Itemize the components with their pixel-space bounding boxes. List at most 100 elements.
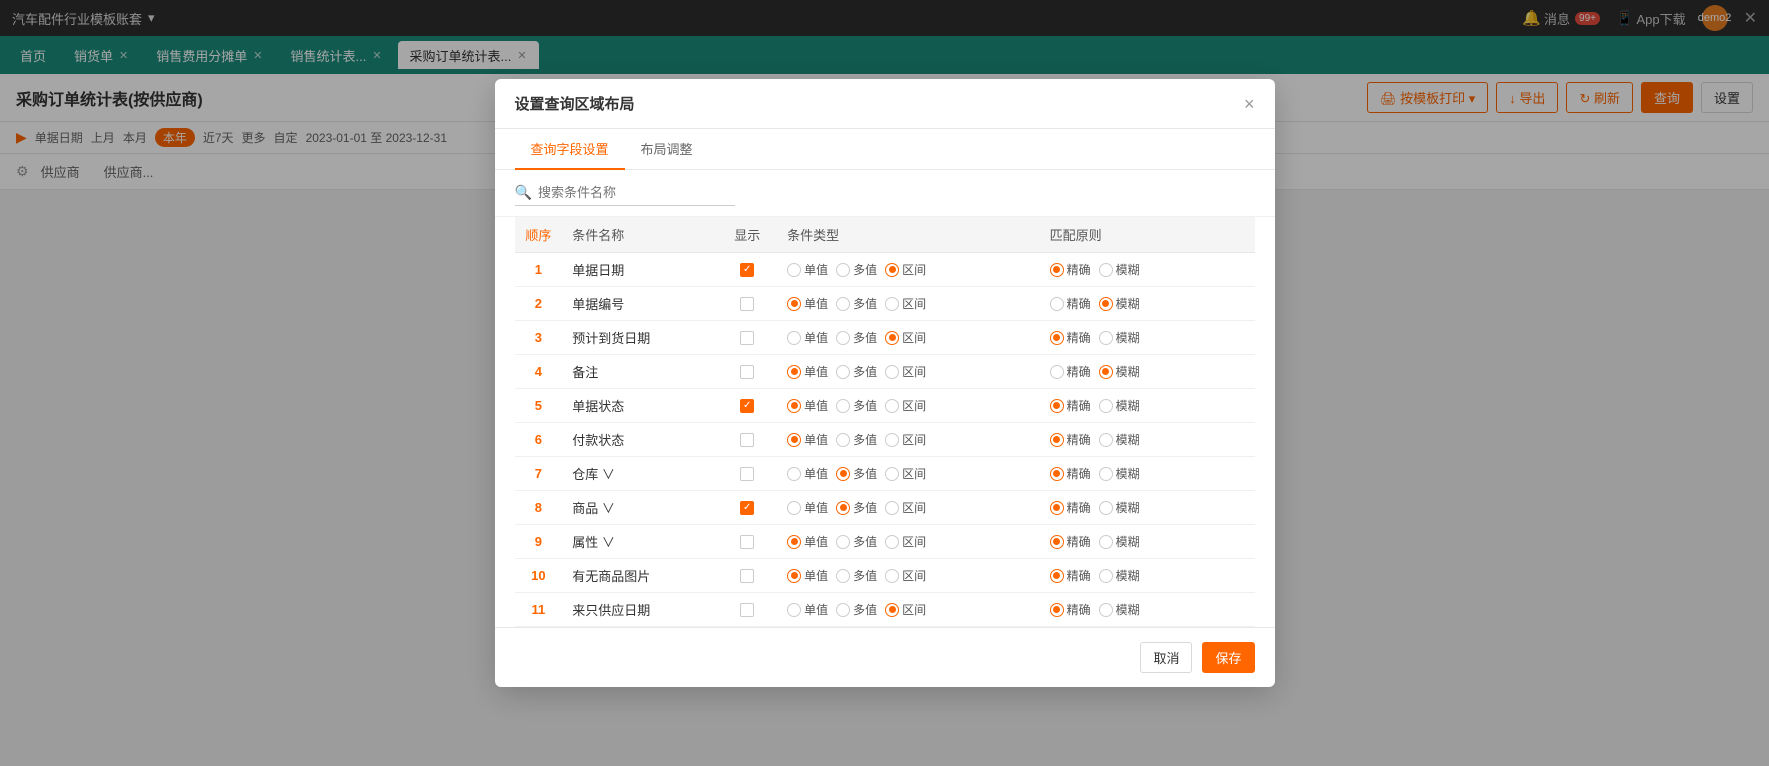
type-radio-单值[interactable]: 单值 — [787, 261, 828, 278]
cell-type: 单值多值区间 — [777, 253, 1040, 287]
cell-name: 来只供应日期 — [562, 593, 717, 627]
table-row: 6付款状态单值多值区间精确模糊 — [515, 423, 1255, 457]
cell-name: 有无商品图片 — [562, 559, 717, 593]
match-radio-精确[interactable]: 精确 — [1050, 567, 1091, 584]
type-radio-单值[interactable]: 单值 — [787, 601, 828, 618]
table-row: 5单据状态✓单值多值区间精确模糊 — [515, 389, 1255, 423]
dialog-title: 设置查询区域布局 — [515, 93, 635, 114]
table-row: 1单据日期✓单值多值区间精确模糊 — [515, 253, 1255, 287]
search-input[interactable] — [538, 185, 718, 200]
type-radio-单值[interactable]: 单值 — [787, 397, 828, 414]
match-radio-精确[interactable]: 精确 — [1050, 465, 1091, 482]
cell-name: 单据状态 — [562, 389, 717, 423]
show-checkbox[interactable] — [740, 603, 754, 617]
match-radio-模糊[interactable]: 模糊 — [1099, 363, 1140, 380]
type-radio-区间[interactable]: 区间 — [885, 499, 926, 516]
type-radio-区间[interactable]: 区间 — [885, 601, 926, 618]
type-radio-多值[interactable]: 多值 — [836, 601, 877, 618]
type-radio-区间[interactable]: 区间 — [885, 261, 926, 278]
cell-name: 仓库 ∨ — [562, 457, 717, 491]
type-radio-单值[interactable]: 单值 — [787, 567, 828, 584]
match-radio-模糊[interactable]: 模糊 — [1099, 499, 1140, 516]
show-checkbox[interactable]: ✓ — [740, 263, 754, 277]
type-radio-多值[interactable]: 多值 — [836, 465, 877, 482]
type-radio-多值[interactable]: 多值 — [836, 431, 877, 448]
type-radio-多值[interactable]: 多值 — [836, 567, 877, 584]
cell-name: 单据日期 — [562, 253, 717, 287]
cell-order: 10 — [515, 559, 563, 593]
show-checkbox[interactable] — [740, 297, 754, 311]
dialog: 设置查询区域布局 × 查询字段设置 布局调整 🔍 — [495, 79, 1275, 687]
cell-order: 6 — [515, 423, 563, 457]
type-radio-区间[interactable]: 区间 — [885, 431, 926, 448]
type-radio-区间[interactable]: 区间 — [885, 533, 926, 550]
match-radio-精确[interactable]: 精确 — [1050, 499, 1091, 516]
match-radio-精确[interactable]: 精确 — [1050, 295, 1091, 312]
cell-order: 4 — [515, 355, 563, 389]
show-checkbox[interactable] — [740, 433, 754, 447]
match-radio-模糊[interactable]: 模糊 — [1099, 397, 1140, 414]
dialog-table: 顺序 条件名称 显示 条件类型 匹配原则 1单据日期✓单值多值区间精确模糊2单据… — [495, 217, 1275, 627]
type-radio-区间[interactable]: 区间 — [885, 295, 926, 312]
cell-type: 单值多值区间 — [777, 423, 1040, 457]
type-radio-多值[interactable]: 多值 — [836, 499, 877, 516]
type-radio-单值[interactable]: 单值 — [787, 533, 828, 550]
match-radio-精确[interactable]: 精确 — [1050, 397, 1091, 414]
th-type: 条件类型 — [777, 217, 1040, 253]
type-radio-单值[interactable]: 单值 — [787, 431, 828, 448]
type-radio-区间[interactable]: 区间 — [885, 567, 926, 584]
type-radio-单值[interactable]: 单值 — [787, 363, 828, 380]
tab-query-fields[interactable]: 查询字段设置 — [515, 129, 625, 170]
type-radio-区间[interactable]: 区间 — [885, 363, 926, 380]
show-checkbox[interactable]: ✓ — [740, 501, 754, 515]
type-radio-单值[interactable]: 单值 — [787, 329, 828, 346]
show-checkbox[interactable]: ✓ — [740, 399, 754, 413]
type-radio-单值[interactable]: 单值 — [787, 499, 828, 516]
dialog-close-btn[interactable]: × — [1244, 95, 1255, 113]
type-radio-多值[interactable]: 多值 — [836, 363, 877, 380]
show-checkbox[interactable] — [740, 467, 754, 481]
type-radio-多值[interactable]: 多值 — [836, 397, 877, 414]
match-radio-精确[interactable]: 精确 — [1050, 261, 1091, 278]
type-radio-多值[interactable]: 多值 — [836, 261, 877, 278]
match-radio-精确[interactable]: 精确 — [1050, 329, 1091, 346]
type-radio-多值[interactable]: 多值 — [836, 533, 877, 550]
table-row: 4备注单值多值区间精确模糊 — [515, 355, 1255, 389]
show-checkbox[interactable] — [740, 569, 754, 583]
tab-layout-adjust[interactable]: 布局调整 — [625, 129, 709, 170]
table-row: 8商品 ∨✓单值多值区间精确模糊 — [515, 491, 1255, 525]
match-radio-精确[interactable]: 精确 — [1050, 601, 1091, 618]
type-radio-单值[interactable]: 单值 — [787, 295, 828, 312]
match-radio-精确[interactable]: 精确 — [1050, 431, 1091, 448]
save-btn[interactable]: 保存 — [1202, 642, 1254, 673]
type-radio-多值[interactable]: 多值 — [836, 295, 877, 312]
match-radio-模糊[interactable]: 模糊 — [1099, 533, 1140, 550]
table-row: 2单据编号单值多值区间精确模糊 — [515, 287, 1255, 321]
type-radio-区间[interactable]: 区间 — [885, 329, 926, 346]
match-radio-模糊[interactable]: 模糊 — [1099, 465, 1140, 482]
match-radio-模糊[interactable]: 模糊 — [1099, 601, 1140, 618]
type-radio-区间[interactable]: 区间 — [885, 465, 926, 482]
cancel-btn[interactable]: 取消 — [1140, 642, 1192, 673]
match-radio-模糊[interactable]: 模糊 — [1099, 567, 1140, 584]
table-row: 7仓库 ∨单值多值区间精确模糊 — [515, 457, 1255, 491]
show-checkbox[interactable] — [740, 535, 754, 549]
match-radio-精确[interactable]: 精确 — [1050, 363, 1091, 380]
type-radio-多值[interactable]: 多值 — [836, 329, 877, 346]
type-radio-区间[interactable]: 区间 — [885, 397, 926, 414]
show-checkbox[interactable] — [740, 331, 754, 345]
match-radio-精确[interactable]: 精确 — [1050, 533, 1091, 550]
cell-match: 精确模糊 — [1040, 389, 1255, 423]
match-radio-模糊[interactable]: 模糊 — [1099, 431, 1140, 448]
show-checkbox[interactable] — [740, 365, 754, 379]
type-radio-单值[interactable]: 单值 — [787, 465, 828, 482]
match-radio-模糊[interactable]: 模糊 — [1099, 295, 1140, 312]
match-radio-模糊[interactable]: 模糊 — [1099, 329, 1140, 346]
cell-type: 单值多值区间 — [777, 491, 1040, 525]
dialog-body: 查询字段设置 布局调整 🔍 顺序 条件名称 显示 — [495, 129, 1275, 627]
cell-show: ✓ — [717, 491, 777, 525]
cell-type: 单值多值区间 — [777, 457, 1040, 491]
table-row: 9属性 ∨单值多值区间精确模糊 — [515, 525, 1255, 559]
cell-show: ✓ — [717, 389, 777, 423]
match-radio-模糊[interactable]: 模糊 — [1099, 261, 1140, 278]
